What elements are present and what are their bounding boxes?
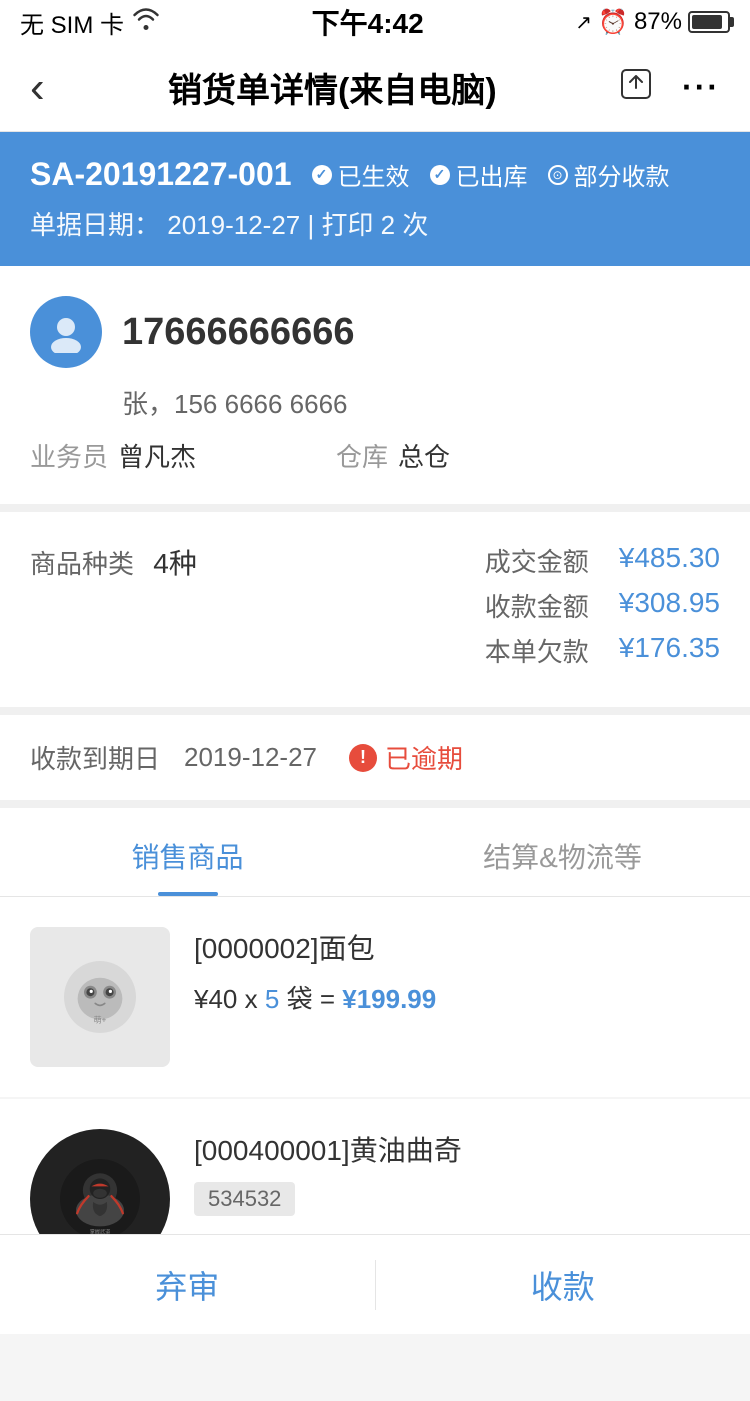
more-button[interactable]: ··· <box>682 69 720 106</box>
collect-button[interactable]: 收款 <box>376 1242 750 1328</box>
battery-percent: 87% <box>634 8 682 36</box>
received-label: 收款金额 <box>485 587 589 624</box>
owed-amount-row: 本单欠款 ¥176.35 <box>485 632 720 669</box>
order-id-row: SA-20191227-001 ✓ 已生效 ✓ 已出库 ⊙ 部分收款 <box>30 156 720 193</box>
badge-partial: ⊙ 部分收款 <box>548 157 670 192</box>
deal-amount-label: 成交金额 <box>485 542 589 579</box>
amount-summary: 成交金额 ¥485.30 收款金额 ¥308.95 本单欠款 ¥176.35 <box>485 542 720 677</box>
print-info: | 打印 2 次 <box>307 210 428 240</box>
due-date-value: 2019-12-27 <box>184 742 317 773</box>
warehouse: 仓库 总仓 <box>336 437 450 474</box>
deal-amount-value: ¥485.30 <box>619 542 720 579</box>
battery-icon <box>688 11 730 33</box>
check-icon-shipped: ✓ <box>430 165 450 185</box>
warehouse-label: 仓库 <box>336 437 388 474</box>
owed-value: ¥176.35 <box>619 632 720 669</box>
deal-amount-row: 成交金额 ¥485.30 <box>485 542 720 579</box>
tabs-row: 销售商品 结算&物流等 <box>0 808 750 896</box>
customer-info: 张，156 6666 6666 <box>30 384 720 421</box>
customer-meta: 业务员 曾凡杰 仓库 总仓 <box>30 437 720 474</box>
tab-sales-products[interactable]: 销售商品 <box>0 808 375 896</box>
badge-shipped: ✓ 已出库 <box>430 157 528 192</box>
nav-bar: ‹ 销货单详情(来自电脑) ··· <box>0 44 750 132</box>
nav-actions: ··· <box>620 68 720 108</box>
status-left: 无 SIM 卡 <box>20 5 160 40</box>
doc-date-row: 单据日期： 2019-12-27 | 打印 2 次 <box>30 205 720 242</box>
product-price-bread: ¥40 x 5 袋 = ¥199.99 <box>194 979 720 1016</box>
overdue-icon: ! <box>349 744 377 772</box>
carrier-label: 无 SIM 卡 <box>20 5 124 40</box>
badge-active: ✓ 已生效 <box>312 157 410 192</box>
product-name-cookie: [000400001]黄油曲奇 <box>194 1129 720 1169</box>
summary-grid: 商品种类 4种 成交金额 ¥485.30 收款金额 ¥308.95 本单欠款 ¥… <box>30 542 720 677</box>
doc-date-value: 2019-12-27 <box>167 210 300 240</box>
sales-label: 业务员 <box>30 437 108 474</box>
back-button[interactable]: ‹ <box>30 63 45 113</box>
warehouse-value: 总仓 <box>398 437 450 474</box>
received-amount-row: 收款金额 ¥308.95 <box>485 587 720 624</box>
status-right: ↗ ⏰ 87% <box>575 8 730 37</box>
doc-date-label: 单据日期： <box>30 210 160 240</box>
product-name-bread: [0000002]面包 <box>194 927 720 967</box>
type-label: 商品种类 <box>30 549 134 579</box>
product-card-bread: 萌+ [0000002]面包 ¥40 x 5 袋 = ¥199.99 <box>0 897 750 1097</box>
owed-label: 本单欠款 <box>485 632 589 669</box>
product-tag-cookie: 534532 <box>194 1182 295 1216</box>
product-type-summary: 商品种类 4种 <box>30 542 197 582</box>
order-header: SA-20191227-001 ✓ 已生效 ✓ 已出库 ⊙ 部分收款 单据日期：… <box>0 132 750 266</box>
bottom-bar: 弃审 收款 <box>0 1234 750 1334</box>
type-count: 4种 <box>153 548 197 579</box>
svg-text:萌+: 萌+ <box>94 1015 107 1025</box>
product-image-bread: 萌+ <box>30 927 170 1067</box>
summary-section: 商品种类 4种 成交金额 ¥485.30 收款金额 ¥308.95 本单欠款 ¥… <box>0 512 750 715</box>
customer-section: 17666666666 张，156 6666 6666 业务员 曾凡杰 仓库 总… <box>0 266 750 512</box>
received-value: ¥308.95 <box>619 587 720 624</box>
product-qty-bread: 5 <box>265 984 279 1014</box>
status-time: 下午4:42 <box>312 2 424 42</box>
due-date-label: 收款到期日 <box>30 739 160 776</box>
overdue-badge: ! 已逾期 <box>349 739 463 776</box>
tabs-section: 销售商品 结算&物流等 <box>0 808 750 897</box>
sales-value: 曾凡杰 <box>118 437 196 474</box>
customer-row: 17666666666 <box>30 296 720 368</box>
product-total-bread: ¥199.99 <box>342 984 436 1014</box>
clock-icon: ⊙ <box>548 165 568 185</box>
sales-person: 业务员 曾凡杰 <box>30 437 196 474</box>
share-button[interactable] <box>620 68 652 108</box>
overdue-text: 已逾期 <box>385 739 463 776</box>
order-id: SA-20191227-001 <box>30 156 292 193</box>
check-icon-active: ✓ <box>312 165 332 185</box>
status-bar: 无 SIM 卡 下午4:42 ↗ ⏰ 87% <box>0 0 750 44</box>
wifi-icon <box>132 8 160 37</box>
product-details-bread: [0000002]面包 ¥40 x 5 袋 = ¥199.99 <box>194 927 720 1016</box>
due-date-section: 收款到期日 2019-12-27 ! 已逾期 <box>0 715 750 808</box>
customer-id: 17666666666 <box>122 311 354 354</box>
avatar <box>30 296 102 368</box>
reject-button[interactable]: 弃审 <box>0 1242 375 1328</box>
alarm-icon: ⏰ <box>598 8 628 37</box>
page-title: 销货单详情(来自电脑) <box>168 63 497 112</box>
location-icon: ↗ <box>575 10 592 35</box>
tab-settlement-logistics[interactable]: 结算&物流等 <box>375 808 750 896</box>
